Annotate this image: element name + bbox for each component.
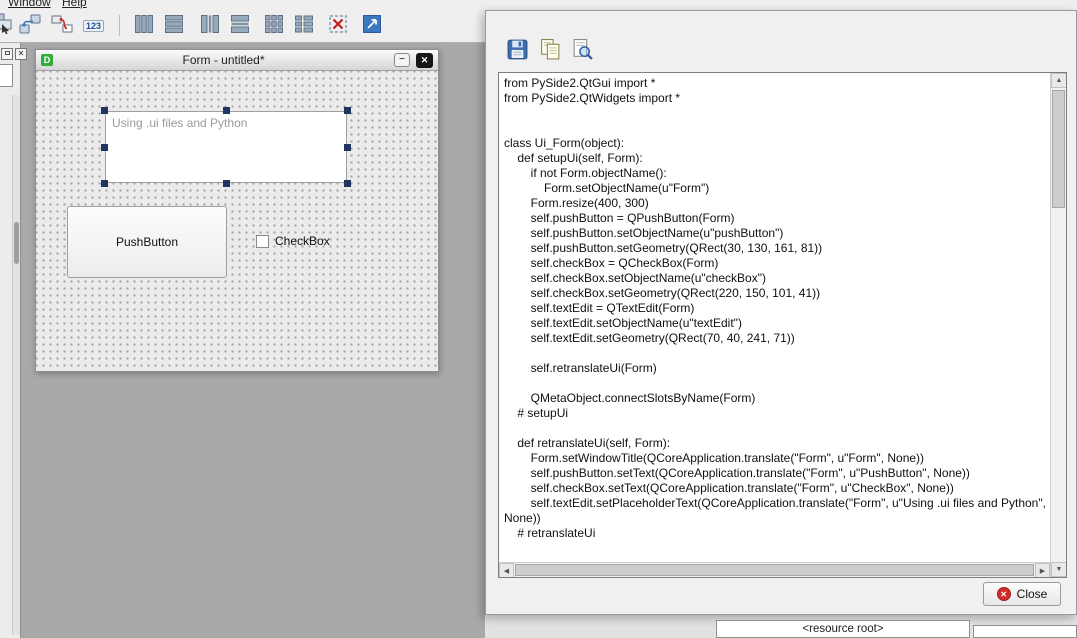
resource-panel-fragment <box>973 625 1077 638</box>
horizontal-scrollbar-thumb[interactable] <box>515 564 1034 576</box>
layout-horizontal-icon <box>133 13 155 38</box>
checkbox-indicator <box>256 235 269 248</box>
menu-item-help[interactable]: Help <box>62 0 87 9</box>
layout-horizontal-splitter-button[interactable] <box>196 12 223 39</box>
dock-float-button[interactable] <box>1 48 13 60</box>
edit-signals-slots-button[interactable] <box>16 12 43 39</box>
pushbutton-widget[interactable]: PushButton <box>67 206 227 278</box>
find-icon <box>571 38 594 64</box>
menu-bar: Window Help <box>0 0 1077 9</box>
code-text: from PySide2.QtGui import * from PySide2… <box>504 76 1048 541</box>
save-button[interactable] <box>504 37 531 64</box>
layout-form-icon <box>293 13 315 38</box>
form-close-button[interactable]: ✕ <box>416 53 433 68</box>
close-icon: ✕ <box>997 587 1011 601</box>
textedit-widget[interactable]: Using .ui files and Python <box>105 111 347 183</box>
selection-handle-bottom-left[interactable] <box>101 180 108 187</box>
adjust-size-icon <box>361 13 383 38</box>
close-button-label: Close <box>1017 587 1048 601</box>
form-window: D Form - untitled* − ✕ Using .ui files a… <box>35 49 439 372</box>
vertical-scrollbar-thumb[interactable] <box>1052 90 1065 208</box>
dock-scrollbar-thumb[interactable] <box>14 222 19 264</box>
checkbox-label: CheckBox <box>275 234 330 248</box>
layout-horizontal-splitter-icon <box>199 13 221 38</box>
widget-box-dock: ✕ <box>0 43 21 638</box>
form-icon: D <box>41 54 53 66</box>
layout-horizontal-button[interactable] <box>130 12 157 39</box>
selection-handle-bottom-right[interactable] <box>344 180 351 187</box>
edit-buddies-button[interactable] <box>48 12 75 39</box>
checkbox-widget[interactable]: CheckBox <box>256 234 330 248</box>
layout-vertical-splitter-icon <box>229 13 251 38</box>
code-preview-dialog: from PySide2.QtGui import * from PySide2… <box>485 10 1077 615</box>
form-canvas[interactable]: Using .ui files and Python PushButton Ch… <box>36 71 438 371</box>
scroll-left-button[interactable]: ◀ <box>499 563 514 578</box>
adjust-size-button[interactable] <box>358 12 385 39</box>
dock-scrollbar[interactable] <box>12 95 20 635</box>
menu-item-window[interactable]: Window <box>8 0 51 9</box>
edit-widgets-button[interactable] <box>0 12 15 39</box>
layout-grid-icon <box>263 13 285 38</box>
break-layout-icon <box>327 13 349 38</box>
form-minimize-button[interactable]: − <box>394 53 410 67</box>
scroll-down-button[interactable]: ▼ <box>1051 562 1067 577</box>
dock-filter-field[interactable] <box>0 64 13 87</box>
toolbar-separator <box>119 15 120 36</box>
layout-grid-button[interactable] <box>260 12 287 39</box>
layout-vertical-splitter-button[interactable] <box>226 12 253 39</box>
copy-button[interactable] <box>537 37 564 64</box>
selection-handle-middle-right[interactable] <box>344 144 351 151</box>
form-window-titlebar[interactable]: D Form - untitled* − ✕ <box>36 50 438 71</box>
selection-handle-top-left[interactable] <box>101 107 108 114</box>
qt-designer-app: Window Help 123 <box>0 0 1077 638</box>
break-layout-button[interactable] <box>324 12 351 39</box>
scroll-right-button[interactable]: ▶ <box>1035 563 1050 578</box>
layout-vertical-icon <box>163 13 185 38</box>
form-window-title: Form - untitled* <box>53 53 394 67</box>
horizontal-scrollbar[interactable]: ◀ ▶ <box>499 562 1050 577</box>
layout-form-button[interactable] <box>290 12 317 39</box>
find-button[interactable] <box>569 37 596 64</box>
resource-root-item[interactable]: <resource root> <box>716 620 970 638</box>
selection-handle-top-right[interactable] <box>344 107 351 114</box>
edit-tab-order-button[interactable]: 123 <box>80 12 107 39</box>
textedit-selection: Using .ui files and Python <box>105 111 347 183</box>
dock-close-button[interactable]: ✕ <box>15 48 27 60</box>
save-icon <box>506 38 529 64</box>
scroll-up-button[interactable]: ▲ <box>1051 73 1067 88</box>
layout-vertical-button[interactable] <box>160 12 187 39</box>
selection-handle-middle-left[interactable] <box>101 144 108 151</box>
edit-signals-slots-icon <box>19 13 41 38</box>
selection-handle-top-middle[interactable] <box>223 107 230 114</box>
close-button[interactable]: ✕ Close <box>983 582 1061 606</box>
code-view[interactable]: from PySide2.QtGui import * from PySide2… <box>498 72 1067 578</box>
copy-icon <box>539 38 562 64</box>
vertical-scrollbar[interactable]: ▲ ▼ <box>1050 73 1066 577</box>
edit-widgets-icon <box>0 13 13 38</box>
edit-tab-order-icon: 123 <box>83 20 104 32</box>
selection-handle-bottom-middle[interactable] <box>223 180 230 187</box>
float-icon <box>5 51 10 55</box>
edit-buddies-icon <box>51 13 73 38</box>
